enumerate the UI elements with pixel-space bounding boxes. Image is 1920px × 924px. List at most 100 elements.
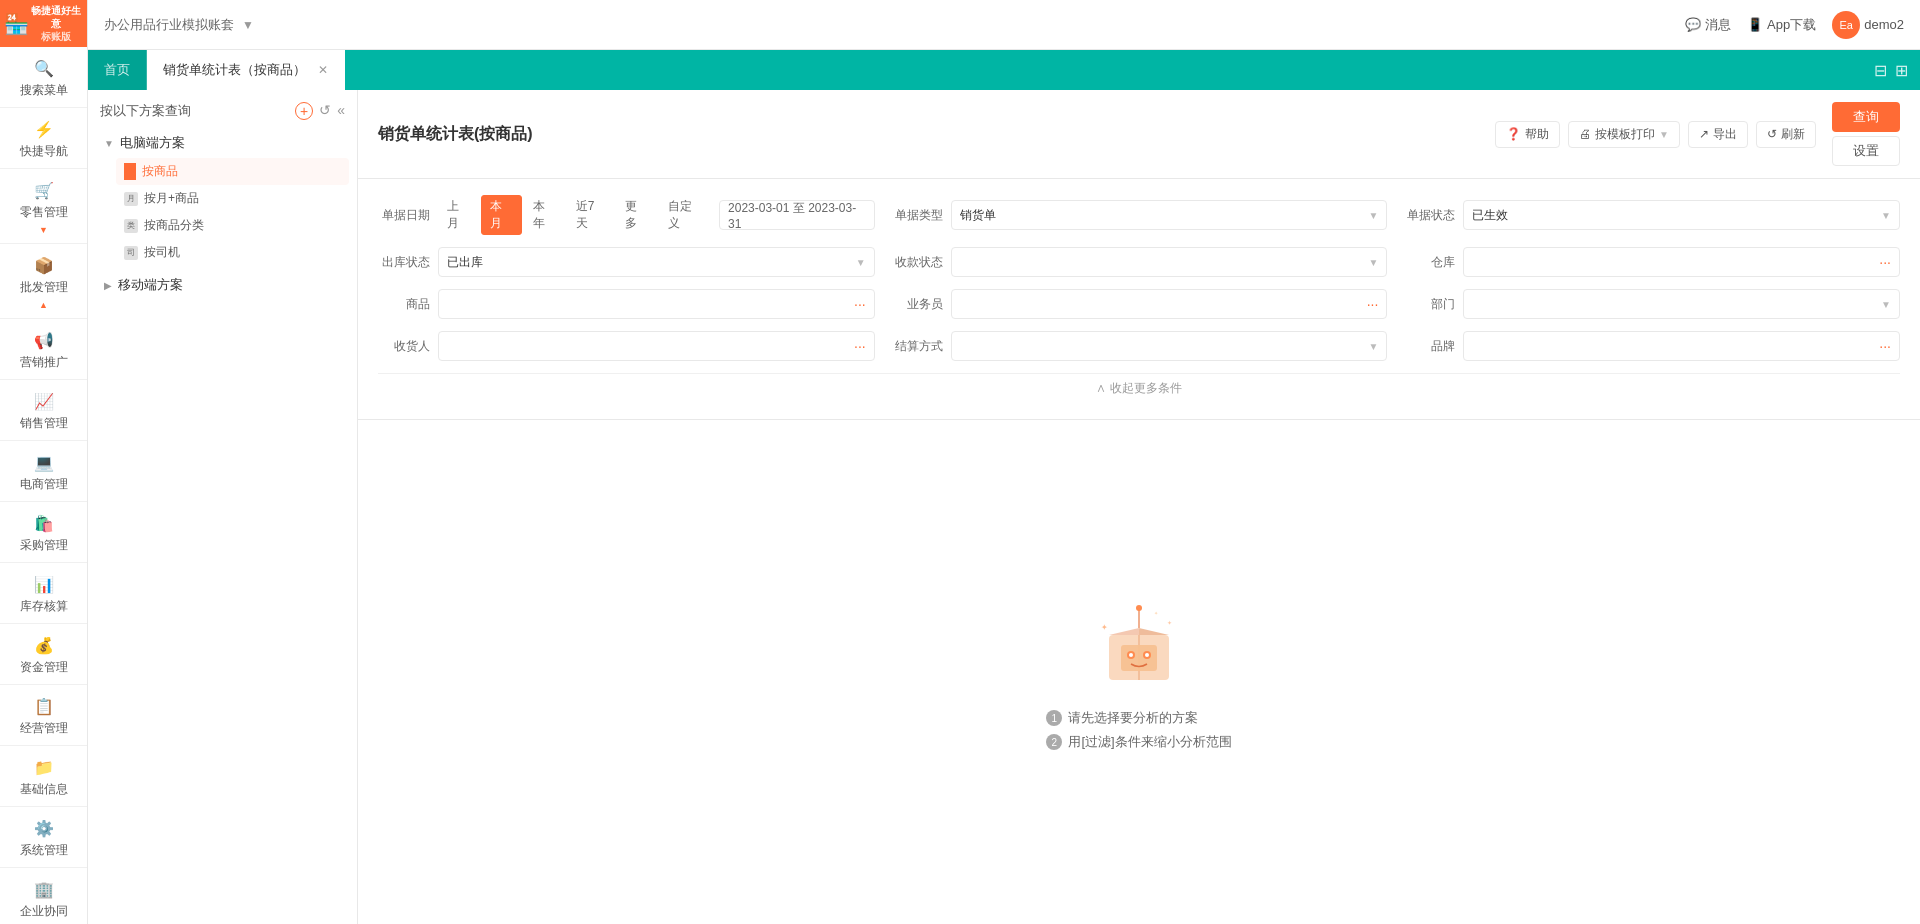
add-scheme-btn[interactable]: + (295, 102, 313, 120)
sidebar-item-finance[interactable]: 💰 资金管理 (0, 624, 87, 685)
date-tab-this-month[interactable]: 本月 (481, 195, 522, 235)
help-icon: ❓ (1506, 127, 1521, 141)
header-right: 💬 消息 📱 App下载 Ea demo2 (1685, 11, 1904, 39)
sidebar-item-quick-nav[interactable]: ⚡ 快捷导航 (0, 108, 87, 169)
receiver-select[interactable]: ··· (438, 331, 875, 361)
date-tab-7days[interactable]: 近7天 (567, 195, 614, 235)
sidebar-item-sales-mgmt-label: 销售管理 (20, 415, 68, 432)
sidebar-item-retail[interactable]: 🛒 零售管理 ▼ (0, 169, 87, 244)
date-range-input[interactable]: 2023-03-01 至 2023-03-31 (719, 200, 875, 230)
scheme-by-month-product[interactable]: 月 按月+商品 (116, 185, 349, 212)
collect-status-select[interactable]: ▼ (951, 247, 1388, 277)
breadcrumb-dropdown[interactable]: ▼ (242, 18, 254, 32)
brand-select[interactable]: ··· (1463, 331, 1900, 361)
tip-text-1: 请先选择要分析的方案 (1068, 709, 1198, 727)
by-month-icon: 月 (124, 192, 138, 206)
date-tab-more[interactable]: 更多 (616, 195, 657, 235)
tab-minimize-icon[interactable]: ⊟ (1874, 61, 1887, 80)
tab-close-icon[interactable]: ✕ (318, 63, 328, 77)
date-filter: 上月 本月 本年 近7天 更多 自定义 2023-03-01 至 2023-03… (438, 195, 875, 235)
tab-maximize-icon[interactable]: ⊞ (1895, 61, 1908, 80)
sidebar-item-wholesale[interactable]: 📦 批发管理 ▲ (0, 244, 87, 319)
panel-header-label: 按以下方案查询 (100, 102, 191, 120)
doc-type-select[interactable]: 销货单 ▼ (951, 200, 1388, 230)
svg-point-13 (1136, 605, 1142, 611)
user-profile[interactable]: Ea demo2 (1832, 11, 1904, 39)
page-title-bar: 销货单统计表(按商品) ❓ 帮助 🖨 按模板打印 ▼ ↗ 导出 (358, 90, 1920, 179)
sidebar-item-system-label: 系统管理 (20, 842, 68, 859)
doc-status-select[interactable]: 已生效 ▼ (1463, 200, 1900, 230)
header-left: 办公用品行业模拟账套 ▼ (104, 16, 254, 34)
sidebar-item-base-info[interactable]: 📁 基础信息 (0, 746, 87, 807)
sidebar-item-purchase[interactable]: 🛍️ 采购管理 (0, 502, 87, 563)
brand-more-icon[interactable]: ··· (1879, 338, 1891, 354)
scheme-by-category[interactable]: 类 按商品分类 (116, 212, 349, 239)
sidebar-item-search-label: 搜索菜单 (20, 82, 68, 99)
out-status-dropdown-icon: ▼ (856, 257, 866, 268)
tab-sales-stats[interactable]: 销货单统计表（按商品） ✕ (147, 50, 345, 90)
refresh-btn[interactable]: ↺ 刷新 (1756, 121, 1816, 148)
staff-more-icon[interactable]: ··· (1367, 296, 1379, 312)
sidebar-item-ecommerce[interactable]: 💻 电商管理 (0, 441, 87, 502)
page-title: 销货单统计表(按商品) (378, 124, 533, 145)
date-tab-last-month[interactable]: 上月 (438, 195, 479, 235)
retail-icon: 🛒 (34, 181, 54, 200)
warehouse-more-icon[interactable]: ··· (1879, 254, 1891, 270)
filter-group-doc-type: 单据类型 销货单 ▼ (891, 200, 1388, 230)
out-status-select[interactable]: 已出库 ▼ (438, 247, 875, 277)
sidebar-item-sales-mgmt[interactable]: 📈 销售管理 (0, 380, 87, 441)
help-label: 帮助 (1525, 126, 1549, 143)
svg-marker-2 (1139, 628, 1169, 635)
query-button[interactable]: 查询 (1832, 102, 1900, 132)
date-tab-this-year[interactable]: 本年 (524, 195, 565, 235)
goods-select[interactable]: ··· (438, 289, 875, 319)
print-dropdown-icon: ▼ (1659, 129, 1669, 140)
collapse-filter-btn[interactable]: ∧ 收起更多条件 (378, 373, 1900, 403)
refresh-icon: ↺ (1767, 127, 1777, 141)
settings-button[interactable]: 设置 (1832, 136, 1900, 166)
dept-select[interactable]: ▼ (1463, 289, 1900, 319)
app-download-label: App下载 (1767, 16, 1816, 34)
tab-bar: 首页 销货单统计表（按商品） ✕ ⊟ ⊞ (88, 50, 1920, 90)
collect-status-label: 收款状态 (891, 254, 951, 271)
sidebar-item-finance-label: 资金管理 (20, 659, 68, 676)
tree-mobile-scheme[interactable]: ▶ 移动端方案 (96, 270, 349, 300)
help-btn[interactable]: ❓ 帮助 (1495, 121, 1560, 148)
scheme-by-cashier[interactable]: 司 按司机 (116, 239, 349, 266)
panel-header: 按以下方案查询 + ↺ « (88, 102, 357, 128)
export-icon: ↗ (1699, 127, 1709, 141)
filter-group-doc-status: 单据状态 已生效 ▼ (1403, 200, 1900, 230)
by-product-label: 按商品 (142, 163, 178, 180)
main-area: 办公用品行业模拟账套 ▼ 💬 消息 📱 App下载 Ea demo2 首页 (88, 0, 1920, 924)
print-btn[interactable]: 🖨 按模板打印 ▼ (1568, 121, 1680, 148)
collapse-panel-btn[interactable]: « (337, 102, 345, 120)
refresh-scheme-icon[interactable]: ↺ (319, 102, 331, 120)
export-btn[interactable]: ↗ 导出 (1688, 121, 1748, 148)
sidebar-item-operations[interactable]: 📋 经营管理 (0, 685, 87, 746)
sidebar-item-marketing[interactable]: 📢 营销推广 (0, 319, 87, 380)
by-product-icon: 按 (124, 163, 136, 180)
doc-status-dropdown-icon: ▼ (1881, 210, 1891, 221)
goods-more-icon[interactable]: ··· (854, 296, 866, 312)
message-btn[interactable]: 💬 消息 (1685, 16, 1731, 34)
tree-desktop-scheme[interactable]: ▼ 电脑端方案 (96, 128, 349, 158)
print-label: 按模板打印 (1595, 126, 1655, 143)
out-status-value: 已出库 (447, 254, 483, 271)
warehouse-select[interactable]: ··· (1463, 247, 1900, 277)
date-tab-custom[interactable]: 自定义 (659, 195, 711, 235)
app-download-btn[interactable]: 📱 App下载 (1747, 16, 1816, 34)
sidebar-item-system[interactable]: ⚙️ 系统管理 (0, 807, 87, 868)
sidebar-item-inventory[interactable]: 📊 库存核算 (0, 563, 87, 624)
ecommerce-icon: 💻 (34, 453, 54, 472)
sidebar-item-search[interactable]: 🔍 搜索菜单 (0, 47, 87, 108)
receiver-more-icon[interactable]: ··· (854, 338, 866, 354)
staff-label: 业务员 (891, 296, 951, 313)
sales-mgmt-icon: 📈 (34, 392, 54, 411)
sidebar-item-enterprise[interactable]: 🏢 企业协同 (0, 868, 87, 924)
tab-home[interactable]: 首页 (88, 50, 147, 90)
scheme-by-product[interactable]: 按 按商品 (116, 158, 349, 185)
settle-select[interactable]: ▼ (951, 331, 1388, 361)
svg-point-8 (1145, 653, 1149, 657)
staff-select[interactable]: ··· (951, 289, 1388, 319)
filter-group-goods: 商品 ··· (378, 289, 875, 319)
